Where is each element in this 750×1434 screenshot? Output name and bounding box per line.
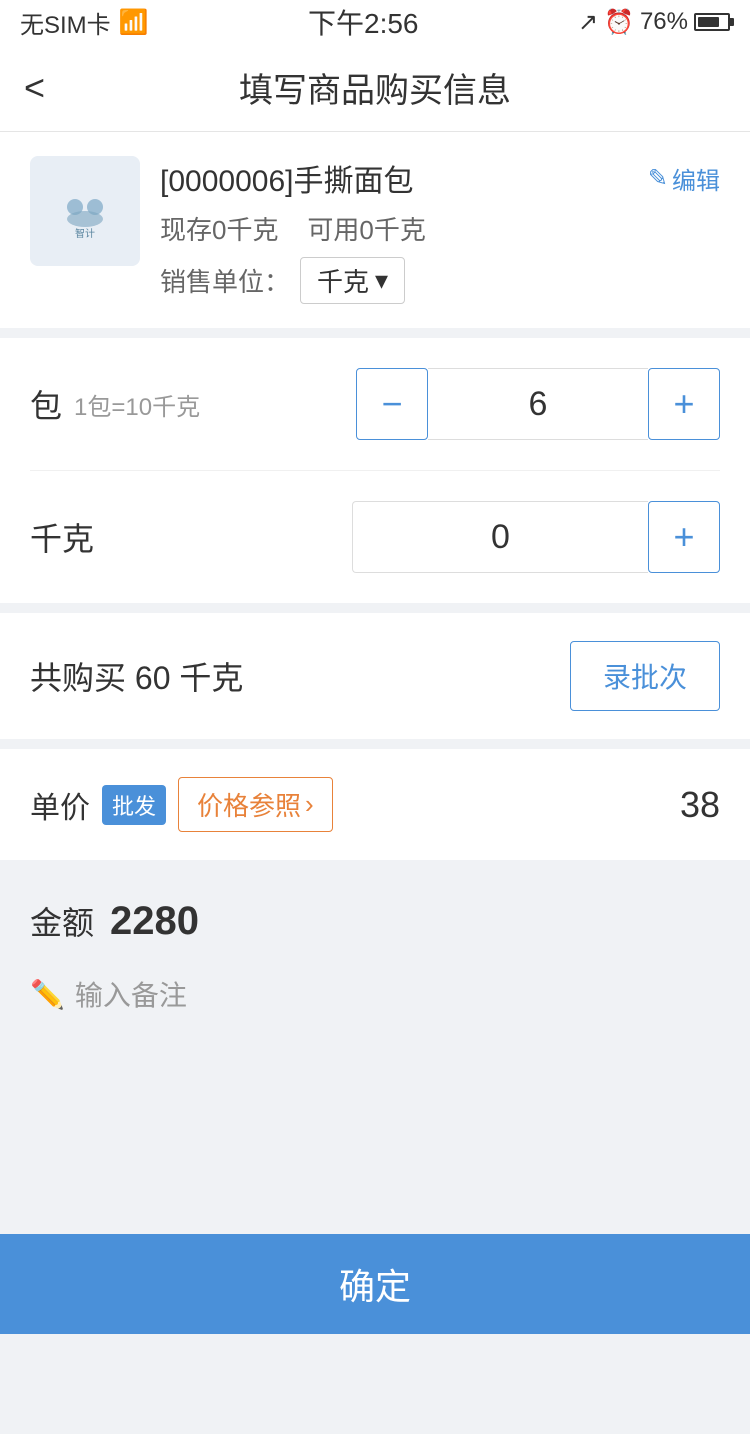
product-unit-row: 销售单位： 千克 ▾ [160, 257, 720, 304]
product-code-name: [0000006]手撕面包 [160, 156, 413, 200]
price-row: 单价 批发 价格参照 › 38 [30, 777, 720, 832]
product-logo-icon: 智计 [55, 181, 115, 241]
kg-quantity-input[interactable] [352, 501, 648, 573]
bag-label: 包 1包=10千克 [30, 381, 200, 427]
amount-section: 金额 2280 ✏️ 输入备注 [0, 870, 750, 1034]
pencil-icon: ✏️ [30, 978, 65, 1011]
remark-placeholder: 输入备注 [75, 974, 187, 1014]
kg-increment-button[interactable]: + [648, 501, 720, 573]
price-label: 单价 批发 价格参照 › [30, 777, 333, 832]
amount-row: 金额 2280 [30, 898, 720, 944]
page-title: 填写商品购买信息 [239, 63, 511, 112]
remark-row[interactable]: ✏️ 输入备注 [30, 964, 720, 1024]
price-section: 单价 批发 价格参照 › 38 [0, 749, 750, 860]
edit-label: 编辑 [672, 161, 720, 196]
price-value: 38 [680, 784, 720, 826]
bag-decrement-button[interactable]: − [356, 368, 428, 440]
total-section: 共购买 60 千克 录批次 [0, 613, 750, 739]
alarm-icon: ⏰ [604, 8, 634, 37]
wholesale-badge: 批发 [102, 785, 166, 825]
price-ref-arrow-icon: › [305, 789, 314, 820]
nav-bar: < 填写商品购买信息 [0, 44, 750, 132]
bag-input-controls: − + [356, 368, 720, 440]
unit-value: 千克 [317, 262, 369, 299]
status-right: ↗ ⏰ 76% [578, 8, 730, 37]
product-stock: 现存0千克 可用0千克 [160, 210, 720, 247]
edit-link[interactable]: ✎ 编辑 [648, 161, 720, 196]
stock-label: 现存0千克 [160, 215, 278, 245]
total-text: 共购买 60 千克 [30, 653, 243, 699]
kg-label: 千克 [30, 514, 94, 560]
edit-icon: ✎ [648, 164, 668, 193]
unit-prefix: 销售单位： [160, 262, 290, 299]
product-name-row: [0000006]手撕面包 ✎ 编辑 [160, 156, 720, 200]
status-time: 下午2:56 [308, 2, 419, 42]
price-reference-button[interactable]: 价格参照 › [178, 777, 333, 832]
battery-percent: 76% [640, 8, 688, 36]
kg-text: 千克 [30, 514, 94, 560]
product-info: [0000006]手撕面包 ✎ 编辑 现存0千克 可用0千克 销售单位： 千克 … [160, 156, 720, 304]
bag-increment-button[interactable]: + [648, 368, 720, 440]
unit-select[interactable]: 千克 ▾ [300, 257, 405, 304]
batch-button[interactable]: 录批次 [570, 641, 720, 711]
available-label: 可用0千克 [307, 215, 425, 245]
price-ref-label: 价格参照 [197, 786, 301, 823]
product-card: 智计 [0000006]手撕面包 ✎ 编辑 现存0千克 可用0千克 销售单位： … [0, 132, 750, 328]
kg-input-row: 千克 + [30, 471, 720, 603]
amount-value: 2280 [110, 899, 199, 944]
back-button[interactable]: < [24, 67, 45, 109]
input-section: 包 1包=10千克 − + 千克 + [0, 338, 750, 603]
bag-quantity-input[interactable] [428, 368, 648, 440]
product-thumbnail: 智计 [30, 156, 140, 266]
bag-text: 包 [30, 381, 62, 427]
bag-hint: 1包=10千克 [74, 387, 200, 422]
amount-label: 金额 [30, 898, 94, 944]
confirm-button[interactable]: 确定 [0, 1234, 750, 1334]
location-icon: ↗ [578, 8, 598, 37]
kg-input-controls: + [352, 501, 720, 573]
svg-text:智计: 智计 [75, 227, 95, 240]
bag-input-row: 包 1包=10千克 − + [30, 338, 720, 471]
status-bar: 无SIM卡 📶 下午2:56 ↗ ⏰ 76% [0, 0, 750, 44]
carrier-label: 无SIM卡 [20, 5, 111, 40]
wifi-icon: 📶 [119, 8, 149, 37]
price-text: 单价 [30, 783, 90, 827]
battery-icon [694, 13, 730, 31]
status-left: 无SIM卡 📶 [20, 5, 149, 40]
chevron-down-icon: ▾ [375, 265, 388, 296]
